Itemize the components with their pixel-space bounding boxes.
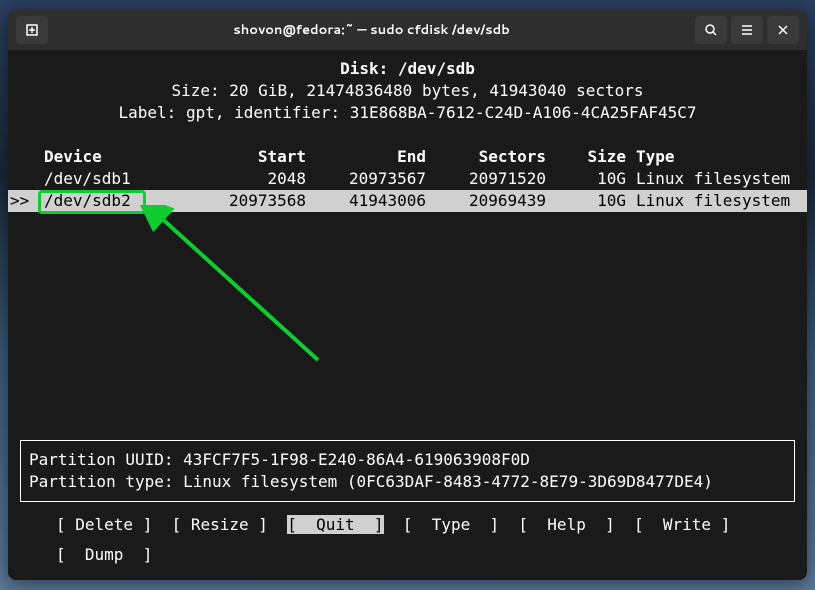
disk-size-line: Size: 20 GiB, 21474836480 bytes, 4194304… bbox=[8, 80, 807, 102]
menu-write[interactable]: Write bbox=[663, 515, 711, 534]
disk-label-line: Label: gpt, identifier: 31E868BA-7612-C2… bbox=[8, 102, 807, 124]
partition-uuid: Partition UUID: 43FCF7F5-1F98-E240-86A4-… bbox=[29, 449, 786, 471]
menu-dump[interactable]: Dump bbox=[85, 545, 124, 564]
partition-row[interactable]: /dev/sdb1 2048 20973567 20971520 10G Lin… bbox=[8, 168, 807, 190]
disk-header: Disk: /dev/sdb bbox=[8, 58, 807, 80]
terminal-content[interactable]: Disk: /dev/sdb Size: 20 GiB, 21474836480… bbox=[8, 50, 807, 578]
menu-quit-selected[interactable]: [ Quit ] bbox=[287, 515, 383, 534]
hamburger-icon bbox=[740, 23, 754, 37]
col-device: Device bbox=[44, 146, 184, 168]
col-size: Size bbox=[546, 146, 626, 168]
search-icon bbox=[704, 23, 718, 37]
col-type: Type bbox=[626, 146, 807, 168]
action-menu-row2: [ Dump ] bbox=[8, 540, 807, 570]
titlebar: shovon@fedora:~ — sudo cfdisk /dev/sdb bbox=[8, 10, 807, 50]
col-sectors: Sectors bbox=[426, 146, 546, 168]
new-tab-button[interactable] bbox=[16, 16, 48, 44]
partition-row-selected[interactable]: >> /dev/sdb2 20973568 41943006 20969439 … bbox=[8, 190, 807, 212]
menu-type[interactable]: Type bbox=[432, 515, 471, 534]
menu-delete[interactable]: Delete bbox=[75, 515, 133, 534]
new-tab-icon bbox=[25, 23, 39, 37]
action-menu-row1: [ Delete ] [ Resize ] [ Quit ] [ Type ] … bbox=[8, 510, 807, 540]
partition-info-box: Partition UUID: 43FCF7F5-1F98-E240-86A4-… bbox=[20, 440, 795, 502]
close-button[interactable] bbox=[767, 16, 799, 44]
search-button[interactable] bbox=[695, 16, 727, 44]
menu-button[interactable] bbox=[731, 16, 763, 44]
col-start: Start bbox=[184, 146, 306, 168]
partition-table-header: Device Start End Sectors Size Type bbox=[8, 146, 807, 168]
window-title: shovon@fedora:~ — sudo cfdisk /dev/sdb bbox=[52, 21, 691, 39]
partition-type-info: Partition type: Linux filesystem (0FC63D… bbox=[29, 471, 786, 493]
menu-resize[interactable]: Resize bbox=[191, 515, 249, 534]
terminal-window: shovon@fedora:~ — sudo cfdisk /dev/sdb D… bbox=[8, 10, 807, 580]
col-end: End bbox=[306, 146, 426, 168]
menu-help[interactable]: Help bbox=[547, 515, 586, 534]
close-icon bbox=[777, 24, 789, 36]
